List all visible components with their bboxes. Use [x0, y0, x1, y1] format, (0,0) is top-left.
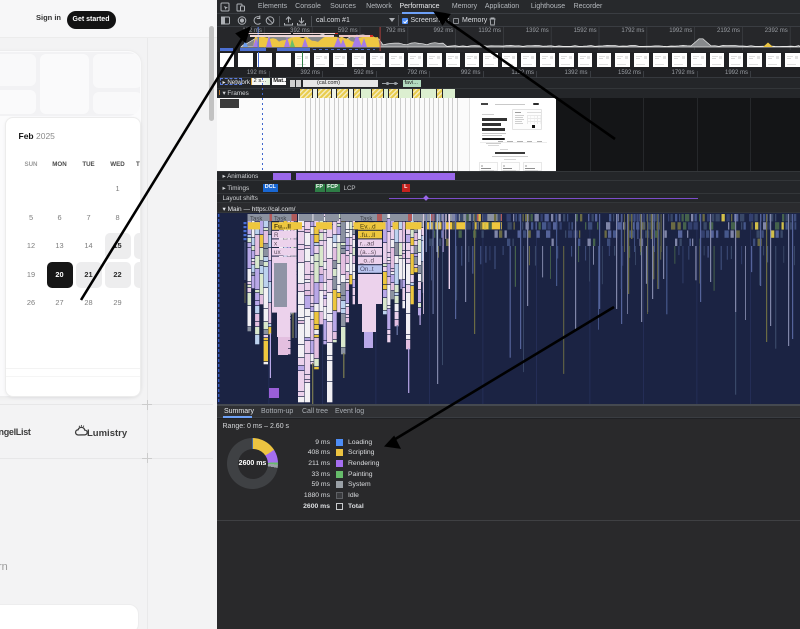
svg-text:Task: Task	[360, 216, 373, 222]
svg-text:Fu...ll: Fu...ll	[274, 224, 291, 231]
svg-text:On..t: On..t	[360, 266, 374, 273]
svg-text:Task: Task	[250, 216, 263, 222]
svg-text:(a...s): (a...s)	[360, 249, 376, 256]
svg-text:r...ad: r...ad	[360, 240, 374, 247]
svg-text:R: R	[274, 232, 279, 239]
svg-text:ux: ux	[274, 249, 282, 256]
svg-text:Ev...d: Ev...d	[360, 224, 376, 231]
svg-text:_o..d: _o..d	[359, 258, 375, 265]
svg-text:.fu...ll: .fu...ll	[360, 232, 375, 239]
svg-text:Task: Task	[274, 216, 287, 222]
